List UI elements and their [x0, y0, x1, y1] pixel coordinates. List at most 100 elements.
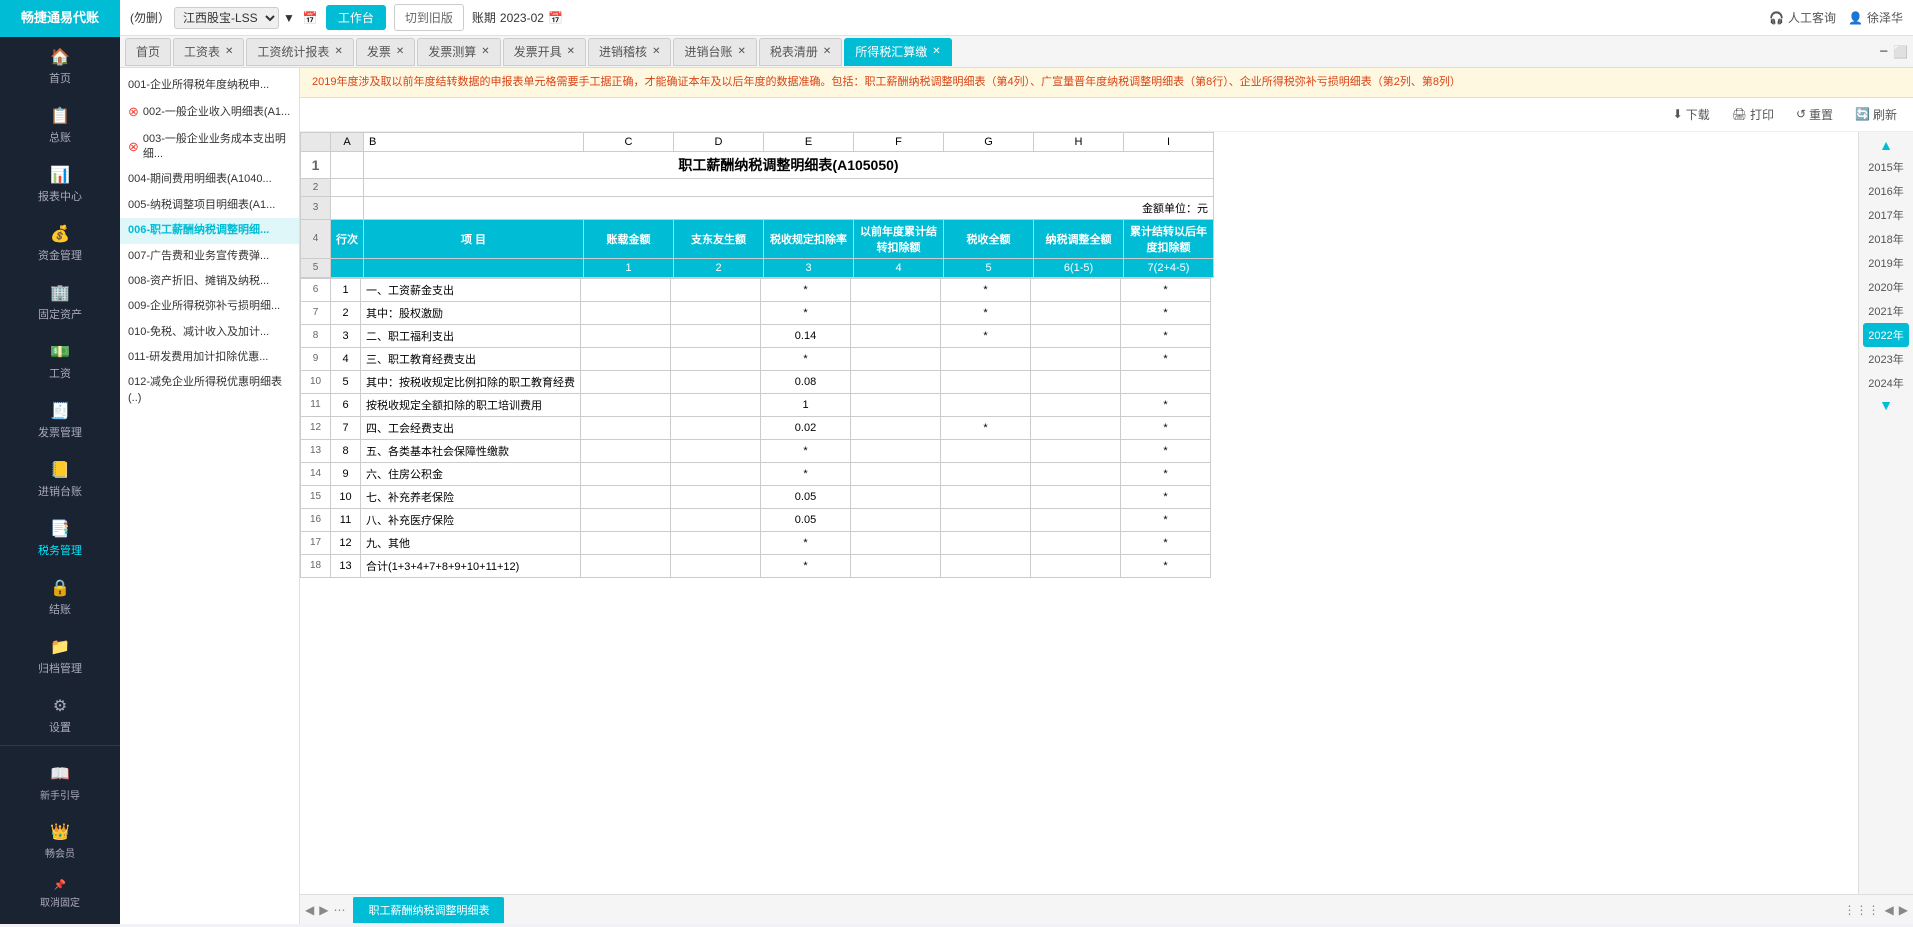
table-wrapper[interactable]: A B C D E F G H I: [300, 132, 1858, 895]
year-item[interactable]: 2016年: [1863, 179, 1909, 203]
tab-invoice-open[interactable]: 发票开具 ✕: [503, 38, 586, 66]
sidebar-item-home[interactable]: 🏠 首页: [0, 37, 120, 96]
tree-item-001[interactable]: 001-企业所得税年度纳税申...: [120, 73, 299, 98]
sidebar-item-payroll[interactable]: 💵 工资: [0, 332, 120, 391]
asset-icon: 💰: [50, 224, 70, 244]
tree-label-008: 008-资产折旧、摊销及纳税...: [128, 274, 269, 289]
sheet-nav-dots[interactable]: ⋯: [333, 903, 345, 917]
row-num-2: 2: [301, 178, 331, 196]
fixed-asset-icon: 🏢: [50, 283, 70, 303]
tab-payroll-close[interactable]: ✕: [225, 46, 233, 57]
sidebar-item-asset-mgmt[interactable]: 💰 资金管理: [0, 214, 120, 273]
data-table: 61一、工资薪金支出***72 其中：股权激励***83二、职工福利支出0.14…: [300, 278, 1211, 578]
tab-purchase-verify-close[interactable]: ✕: [652, 46, 660, 57]
sidebar-item-closing[interactable]: 🔒 结账: [0, 568, 120, 627]
table-row-2: 2: [301, 178, 1214, 196]
tab-payroll[interactable]: 工资表 ✕: [173, 38, 244, 66]
sidebar-item-guide[interactable]: 📖 新手引导: [0, 754, 120, 812]
sheet-nav-right[interactable]: ▶: [319, 903, 328, 917]
subheader-g: 5: [944, 258, 1034, 277]
year-item[interactable]: 2019年: [1863, 251, 1909, 275]
tab-purchase-ledger-close[interactable]: ✕: [737, 46, 745, 57]
sidebar-item-tax-mgmt[interactable]: 📑 税务管理: [0, 509, 120, 568]
workspace-button[interactable]: 工作台: [326, 5, 386, 30]
tab-minimize-icon[interactable]: 🗕: [1880, 41, 1889, 62]
service-link[interactable]: 🎧 人工客询: [1769, 9, 1836, 26]
refresh-icon: 🔄: [1855, 107, 1870, 121]
tree-item-003[interactable]: ⊗ 003-一般企业业务成本支出明细...: [120, 127, 299, 168]
sheet-nav: ◀ ▶ ⋯: [305, 903, 345, 917]
sidebar-item-report-center[interactable]: 📊 报表中心: [0, 155, 120, 214]
col-c-label: 账载金额: [584, 219, 674, 258]
tab-invoice[interactable]: 发票 ✕: [356, 38, 415, 66]
year-item[interactable]: 2021年: [1863, 299, 1909, 323]
sidebar-item-unpin[interactable]: 📌 取消固定: [0, 870, 120, 919]
tab-tax-clearance[interactable]: 税表清册 ✕: [759, 38, 842, 66]
tab-income-tax-close[interactable]: ✕: [932, 46, 940, 57]
tab-tax-clearance-close[interactable]: ✕: [823, 46, 831, 57]
reset-button[interactable]: ↺ 重置: [1790, 103, 1839, 126]
tree-item-006[interactable]: 006-职工薪酬纳税调整明细...: [120, 218, 299, 243]
sidebar-item-general-ledger[interactable]: 📋 总账: [0, 96, 120, 155]
table-row: 83二、职工福利支出0.14**: [301, 324, 1211, 347]
tree-item-010[interactable]: 010-免税、减计收入及加计...: [120, 320, 299, 345]
refresh-button[interactable]: 🔄 刷新: [1849, 103, 1903, 126]
print-button[interactable]: 🖨 打印: [1726, 103, 1780, 126]
sheet-nav-left[interactable]: ◀: [305, 903, 314, 917]
subheader-a: [331, 258, 364, 277]
sidebar-item-settings[interactable]: ⚙ 设置: [0, 686, 120, 745]
year-item[interactable]: 2018年: [1863, 227, 1909, 251]
table-row: 1611八、补充医疗保险0.05*: [301, 508, 1211, 531]
tree-item-008[interactable]: 008-资产折旧、摊销及纳税...: [120, 269, 299, 294]
sidebar-item-member[interactable]: 👑 畅会员: [0, 812, 120, 870]
bottom-scroll-left[interactable]: ◀: [1885, 903, 1894, 917]
tab-invoice-calc[interactable]: 发票测算 ✕: [417, 38, 500, 66]
sidebar-item-invoice-mgmt[interactable]: 🧾 发票管理: [0, 391, 120, 450]
tab-home[interactable]: 首页: [125, 38, 171, 66]
year-down-arrow[interactable]: ▼: [1879, 397, 1893, 413]
year-item[interactable]: 2024年: [1863, 371, 1909, 395]
tree-item-009[interactable]: 009-企业所得税弥补亏损明细...: [120, 294, 299, 319]
sidebar-item-fixed-assets[interactable]: 🏢 固定资产: [0, 273, 120, 332]
tree-item-002[interactable]: ⊗ 002-一般企业收入明细表(A1...: [120, 98, 299, 126]
tab-maximize-icon[interactable]: ⬜: [1893, 45, 1908, 59]
tree-item-012[interactable]: 012-减免企业所得税优惠明细表(..): [120, 370, 299, 411]
sidebar-label-member: 畅会员: [45, 845, 75, 860]
year-item[interactable]: 2020年: [1863, 275, 1909, 299]
tab-income-tax[interactable]: 所得税汇算缴 ✕: [844, 38, 951, 66]
warning-bar: 2019年度涉及取以前年度结转数据的申报表单元格需要手工据正确，才能确证本年及以…: [300, 68, 1913, 98]
bottom-tab-main[interactable]: 职工薪酬纳税调整明细表: [353, 897, 504, 923]
year-item[interactable]: 2023年: [1863, 347, 1909, 371]
sidebar-item-sales-ledger[interactable]: 📒 进销台账: [0, 450, 120, 509]
switch-old-button[interactable]: 切到旧版: [394, 4, 464, 31]
sidebar-item-archive[interactable]: 📁 归档管理: [0, 627, 120, 686]
user-menu[interactable]: 👤 徐泽华: [1848, 9, 1903, 26]
tab-purchase-verify[interactable]: 进销稽核 ✕: [588, 38, 671, 66]
col-num-header: [301, 132, 331, 151]
year-item[interactable]: 2017年: [1863, 203, 1909, 227]
col-i-label: 累计结转以后年度扣除额: [1124, 219, 1214, 258]
subheader-d: 2: [674, 258, 764, 277]
tab-invoice-close[interactable]: ✕: [396, 46, 404, 57]
tab-payroll-stats-close[interactable]: ✕: [334, 46, 342, 57]
year-up-arrow[interactable]: ▲: [1879, 137, 1893, 153]
content-area: 001-企业所得税年度纳税申... ⊗ 002-一般企业收入明细表(A1... …: [120, 68, 1913, 924]
tab-purchase-ledger[interactable]: 进销台账 ✕: [673, 38, 756, 66]
year-item[interactable]: 2022年: [1863, 323, 1909, 347]
tree-item-004[interactable]: 004-期间费用明细表(A1040...: [120, 167, 299, 192]
download-button[interactable]: ⬇ 下载: [1667, 103, 1716, 126]
company-dropdown[interactable]: 江西股宝-LSS: [174, 7, 279, 29]
year-item[interactable]: 2015年: [1863, 155, 1909, 179]
tab-invoice-calc-close[interactable]: ✕: [481, 46, 489, 57]
bottom-scroll-right[interactable]: ▶: [1899, 903, 1908, 917]
row-num-3: 3: [301, 196, 331, 219]
tab-payroll-stats[interactable]: 工资统计报表 ✕: [246, 38, 353, 66]
tree-item-007[interactable]: 007-广告费和业务宣传费弹...: [120, 244, 299, 269]
col-h-header: H: [1034, 132, 1124, 151]
tree-item-011[interactable]: 011-研发费用加计扣除优惠...: [120, 345, 299, 370]
tree-item-005[interactable]: 005-纳税调整项目明细表(A1...: [120, 193, 299, 218]
tab-invoice-open-close[interactable]: ✕: [567, 46, 575, 57]
sidebar-label-payroll: 工资: [49, 365, 71, 381]
bottom-more-icon[interactable]: ⋮⋮⋮: [1844, 903, 1880, 917]
period-calendar-icon[interactable]: 📅: [548, 11, 563, 25]
